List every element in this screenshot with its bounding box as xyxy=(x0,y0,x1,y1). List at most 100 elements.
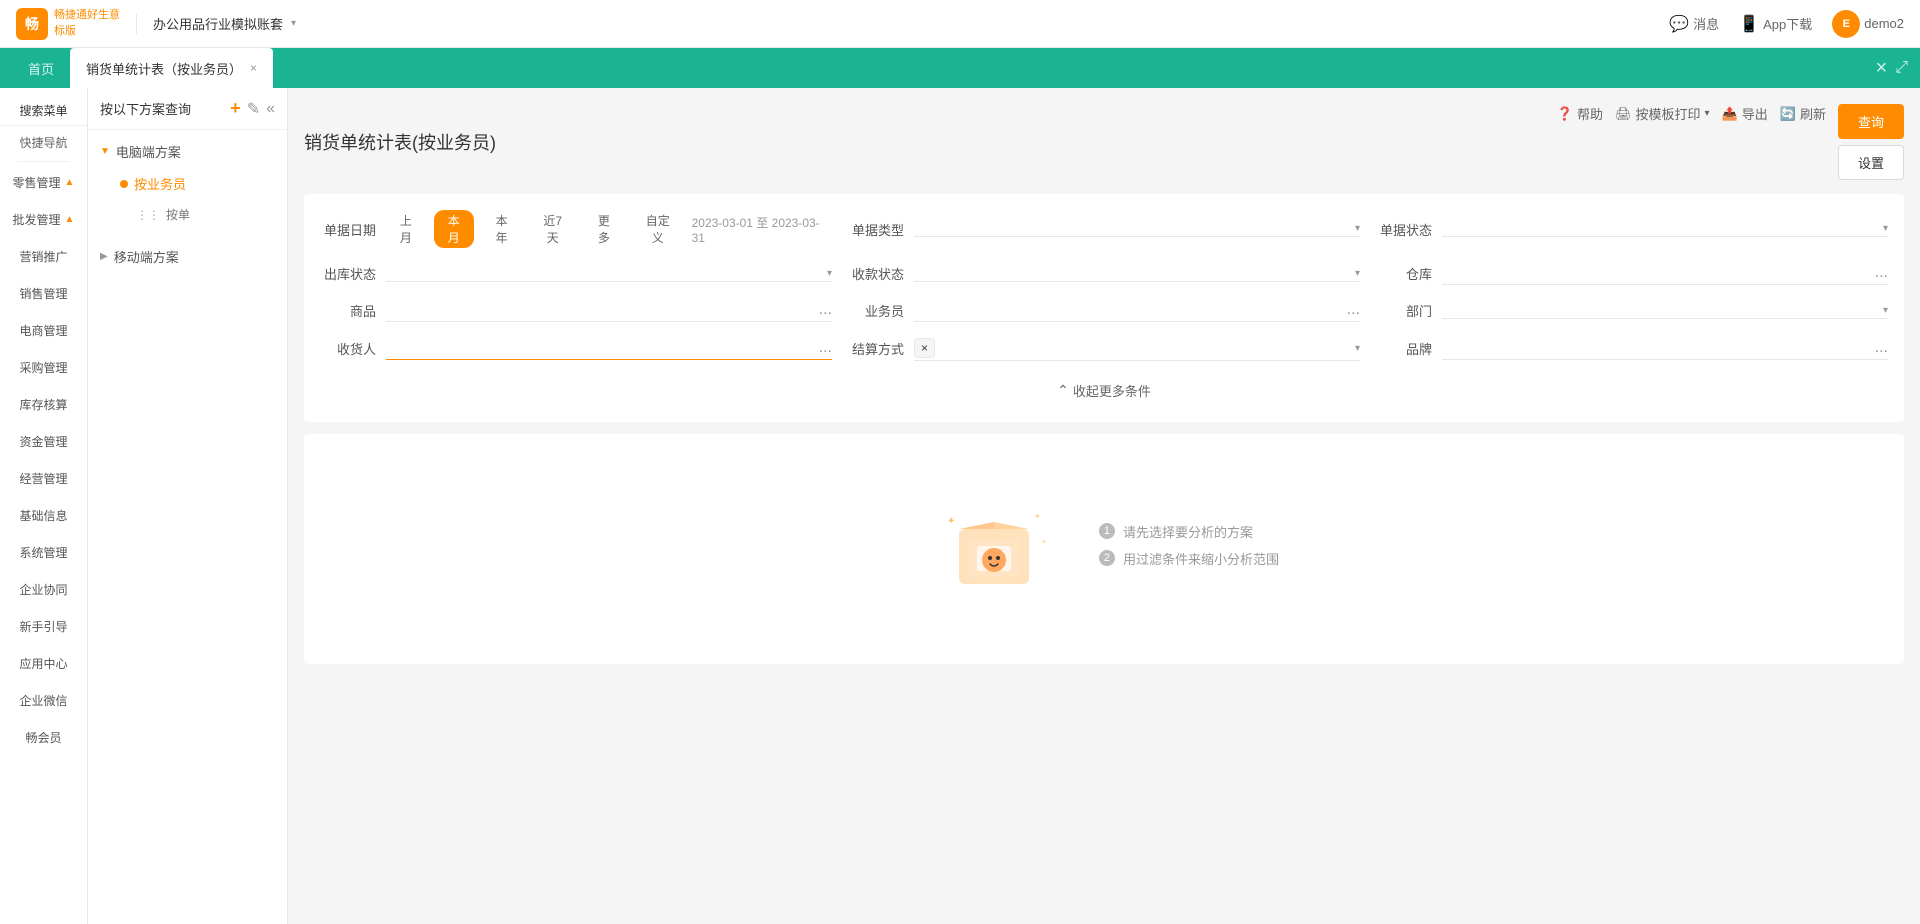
sidebar-item-sales[interactable]: 销售管理 xyxy=(0,275,87,312)
help-btn[interactable]: ❓ 帮助 xyxy=(1557,104,1603,123)
filter-product-dots[interactable]: ... xyxy=(819,301,832,319)
empty-steps: 1 请先选择要分析的方案 2 用过滤条件来缩小分析范围 xyxy=(1099,522,1279,576)
filter-warehouse-input[interactable]: ... xyxy=(1442,262,1888,285)
collapse-btn[interactable]: ⌃ 收起更多条件 xyxy=(1057,375,1151,406)
sidebar-inventory-label: 库存核算 xyxy=(19,396,67,413)
print-icon: 🖨 xyxy=(1615,106,1632,122)
sidebar-wholesale-label: 批发管理 xyxy=(13,211,61,228)
filter-department-input[interactable]: ▾ xyxy=(1442,303,1888,319)
tab-home-label: 首页 xyxy=(28,59,54,78)
filter-doctype-label: 单据类型 xyxy=(848,220,904,239)
empty-step-2: 2 用过滤条件来缩小分析范围 xyxy=(1099,549,1279,568)
scheme-sub-icon: ⋮⋮ xyxy=(136,208,160,222)
query-btn[interactable]: 查询 xyxy=(1838,104,1904,139)
filter-payment-arrow: ▾ xyxy=(1355,343,1360,354)
date-btn-last-month[interactable]: 上月 xyxy=(386,210,426,248)
sidebar-item-system[interactable]: 系统管理 xyxy=(0,534,87,571)
filter-salesperson-input[interactable]: ... xyxy=(914,299,1360,322)
sidebar-system-label: 系统管理 xyxy=(19,544,67,561)
filter-consignee-dots[interactable]: ... xyxy=(819,339,832,357)
scheme-desktop-arrow: ▼ xyxy=(100,146,110,157)
setting-btn[interactable]: 设置 xyxy=(1838,145,1904,180)
sidebar-item-marketing[interactable]: 营销推广 xyxy=(0,238,87,275)
sidebar-item-finance[interactable]: 资金管理 xyxy=(0,423,87,460)
sidebar-item-purchase[interactable]: 采购管理 xyxy=(0,349,87,386)
filter-department-label: 部门 xyxy=(1376,301,1432,320)
sidebar-item-appstore[interactable]: 应用中心 xyxy=(0,645,87,682)
sidebar-wechat-label: 企业微信 xyxy=(19,692,67,709)
date-btn-custom[interactable]: 自定义 xyxy=(632,210,684,248)
breadcrumb-arrow[interactable]: ▾ xyxy=(291,18,296,29)
filter-doctype-field: 单据类型 ▾ xyxy=(848,220,1360,239)
page-title: 销货单统计表(按业务员) xyxy=(304,129,496,155)
sidebar-quick-nav[interactable]: 快捷导航 xyxy=(19,126,67,159)
refresh-btn[interactable]: 🔄 刷新 xyxy=(1780,104,1826,123)
user-menu[interactable]: E demo2 xyxy=(1832,10,1904,38)
scheme-mobile-header[interactable]: ▶ 移动端方案 xyxy=(88,241,287,272)
tab-sales-report[interactable]: 销货单统计表（按业务员） × xyxy=(70,48,273,88)
step-num-2: 2 xyxy=(1099,550,1115,566)
scheme-panel-title: 按以下方案查询 xyxy=(100,99,191,118)
filter-payment-input[interactable]: × ▾ xyxy=(914,336,1360,361)
filter-receiptstatus-input[interactable]: ▾ xyxy=(914,266,1360,282)
message-btn[interactable]: 💬 消息 xyxy=(1669,14,1719,34)
collapse-icon: ⌃ xyxy=(1057,382,1069,399)
scheme-item-salesperson[interactable]: 按业务员 xyxy=(88,167,287,200)
tab-close-btn[interactable]: × xyxy=(250,61,257,75)
filter-brand-input[interactable]: ... xyxy=(1442,337,1888,360)
sidebar-item-basic[interactable]: 基础信息 xyxy=(0,497,87,534)
filter-salesperson-dots[interactable]: ... xyxy=(1347,301,1360,319)
filter-date-label: 单据日期 xyxy=(320,220,376,239)
tab-home[interactable]: 首页 xyxy=(12,48,70,88)
sidebar-item-newbie[interactable]: 新手引导 xyxy=(0,608,87,645)
empty-step1-label: 请先选择要分析的方案 xyxy=(1123,522,1253,541)
scheme-sub-item-order[interactable]: ⋮⋮ 按单 xyxy=(88,200,287,229)
date-btn-more[interactable]: 更多 xyxy=(584,210,624,248)
scheme-mobile-arrow: ▶ xyxy=(100,251,108,262)
message-icon: 💬 xyxy=(1669,14,1689,34)
sidebar-item-operation[interactable]: 经营管理 xyxy=(0,460,87,497)
tab-expand-btn[interactable]: ⤢ xyxy=(1895,59,1908,77)
scheme-dot-salesperson xyxy=(120,180,128,188)
main-content: 销货单统计表(按业务员) ❓ 帮助 🖨 按模板打印 ▾ 📤 xyxy=(288,88,1920,924)
sidebar-item-retail[interactable]: 零售管理 ▲ xyxy=(0,164,87,201)
sidebar-search-label: 搜索菜单 xyxy=(8,102,79,119)
date-btn-this-month[interactable]: 本月 xyxy=(434,210,474,248)
collapse-btn-label: 收起更多条件 xyxy=(1073,381,1151,400)
sidebar-item-inventory[interactable]: 库存核算 xyxy=(0,386,87,423)
avatar: E xyxy=(1832,10,1860,38)
scheme-edit-btn[interactable]: ✎ xyxy=(247,99,260,119)
filter-docstatus-input[interactable]: ▾ xyxy=(1442,221,1888,237)
sidebar-item-collab[interactable]: 企业协同 xyxy=(0,571,87,608)
filter-doctype-input[interactable]: ▾ xyxy=(914,221,1360,237)
scheme-add-btn[interactable]: + xyxy=(230,98,241,119)
sidebar-item-wechat[interactable]: 企业微信 xyxy=(0,682,87,719)
date-range-area: 上月 本月 本年 近7天 更多 自定义 2023-03-01 至 2023-03… xyxy=(386,210,832,248)
sidebar-search-area[interactable]: 搜索菜单 xyxy=(0,96,87,126)
filter-brand-dots[interactable]: ... xyxy=(1875,339,1888,357)
filter-outstatus-input[interactable]: ▾ xyxy=(386,266,832,282)
date-btn-this-year[interactable]: 本年 xyxy=(482,210,522,248)
sidebar-item-member[interactable]: 畅会员 xyxy=(0,719,87,756)
breadcrumb-text: 办公用品行业模拟账套 xyxy=(153,14,283,33)
export-btn[interactable]: 📤 导出 xyxy=(1722,104,1768,123)
date-btn-7days[interactable]: 近7天 xyxy=(530,210,576,248)
print-btn[interactable]: 🖨 按模板打印 ▾ xyxy=(1615,104,1710,123)
filter-doctype-arrow: ▾ xyxy=(1355,223,1360,234)
sidebar-item-wholesale[interactable]: 批发管理 ▲ xyxy=(0,201,87,238)
sidebar-item-ecommerce[interactable]: 电商管理 xyxy=(0,312,87,349)
scheme-section-desktop: ▼ 电脑端方案 按业务员 ⋮⋮ 按单 xyxy=(88,130,287,235)
header-left: 畅 畅捷通好生意 标版 办公用品行业模拟账套 ▾ xyxy=(16,8,296,40)
filter-warehouse-dots[interactable]: ... xyxy=(1875,264,1888,282)
scheme-desktop-header[interactable]: ▼ 电脑端方案 xyxy=(88,136,287,167)
sidebar-appstore-label: 应用中心 xyxy=(19,655,67,672)
filter-product-input[interactable]: ... xyxy=(386,299,832,322)
filter-row-2: 出库状态 ▾ 收款状态 ▾ 仓库 xyxy=(320,262,1888,285)
filter-consignee-input[interactable]: ... xyxy=(386,337,832,360)
tab-close-window-btn[interactable]: × xyxy=(1876,57,1888,80)
tab-bar: 首页 销货单统计表（按业务员） × × ⤢ xyxy=(0,48,1920,88)
scheme-panel: 按以下方案查询 + ✎ « ▼ 电脑端方案 按业务员 ⋮⋮ 按 xyxy=(88,88,288,924)
app-download-btn[interactable]: 📱 App下载 xyxy=(1739,14,1812,34)
sidebar: 搜索菜单 快捷导航 零售管理 ▲ 批发管理 ▲ 营销推广 销售管理 电商管理 采… xyxy=(0,88,88,924)
scheme-collapse-btn[interactable]: « xyxy=(266,100,275,118)
